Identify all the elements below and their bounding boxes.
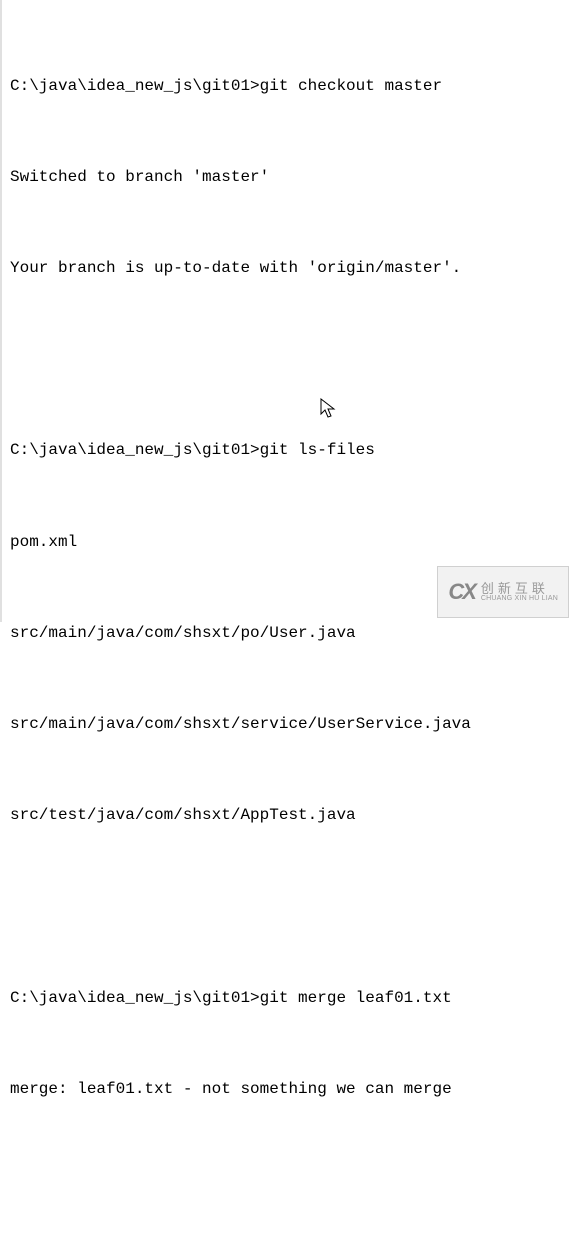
output-line: src/test/java/com/shsxt/AppTest.java bbox=[10, 800, 565, 830]
watermark: CX 创新互联 CHUANG XIN HU LIAN bbox=[437, 566, 569, 618]
watermark-en: CHUANG XIN HU LIAN bbox=[481, 595, 558, 602]
blank-line bbox=[10, 344, 565, 374]
output-line: src/main/java/com/shsxt/po/User.java bbox=[10, 618, 565, 648]
prompt: C:\java\idea_new_js\git01> bbox=[10, 989, 260, 1007]
command-text: git merge leaf01.txt bbox=[260, 989, 452, 1007]
output-line: src/main/java/com/shsxt/service/UserServ… bbox=[10, 709, 565, 739]
output-line: merge: leaf01.txt - not something we can… bbox=[10, 1074, 565, 1104]
terminal-output[interactable]: C:\java\idea_new_js\git01>git checkout m… bbox=[10, 10, 565, 1244]
command-line: C:\java\idea_new_js\git01>git checkout m… bbox=[10, 71, 565, 101]
output-line: Your branch is up-to-date with 'origin/m… bbox=[10, 253, 565, 283]
prompt: C:\java\idea_new_js\git01> bbox=[10, 77, 260, 95]
blank-line bbox=[10, 891, 565, 921]
watermark-logo-icon: CX bbox=[448, 571, 475, 613]
output-line: Switched to branch 'master' bbox=[10, 162, 565, 192]
command-text: git checkout master bbox=[260, 77, 442, 95]
watermark-zh: 创新互联 bbox=[481, 582, 558, 596]
output-line: pom.xml bbox=[10, 527, 565, 557]
command-line: C:\java\idea_new_js\git01>git ls-files bbox=[10, 435, 565, 465]
command-text: git ls-files bbox=[260, 441, 375, 459]
prompt: C:\java\idea_new_js\git01> bbox=[10, 441, 260, 459]
blank-line bbox=[10, 1165, 565, 1195]
command-line: C:\java\idea_new_js\git01>git merge leaf… bbox=[10, 983, 565, 1013]
watermark-text: 创新互联 CHUANG XIN HU LIAN bbox=[481, 582, 558, 603]
